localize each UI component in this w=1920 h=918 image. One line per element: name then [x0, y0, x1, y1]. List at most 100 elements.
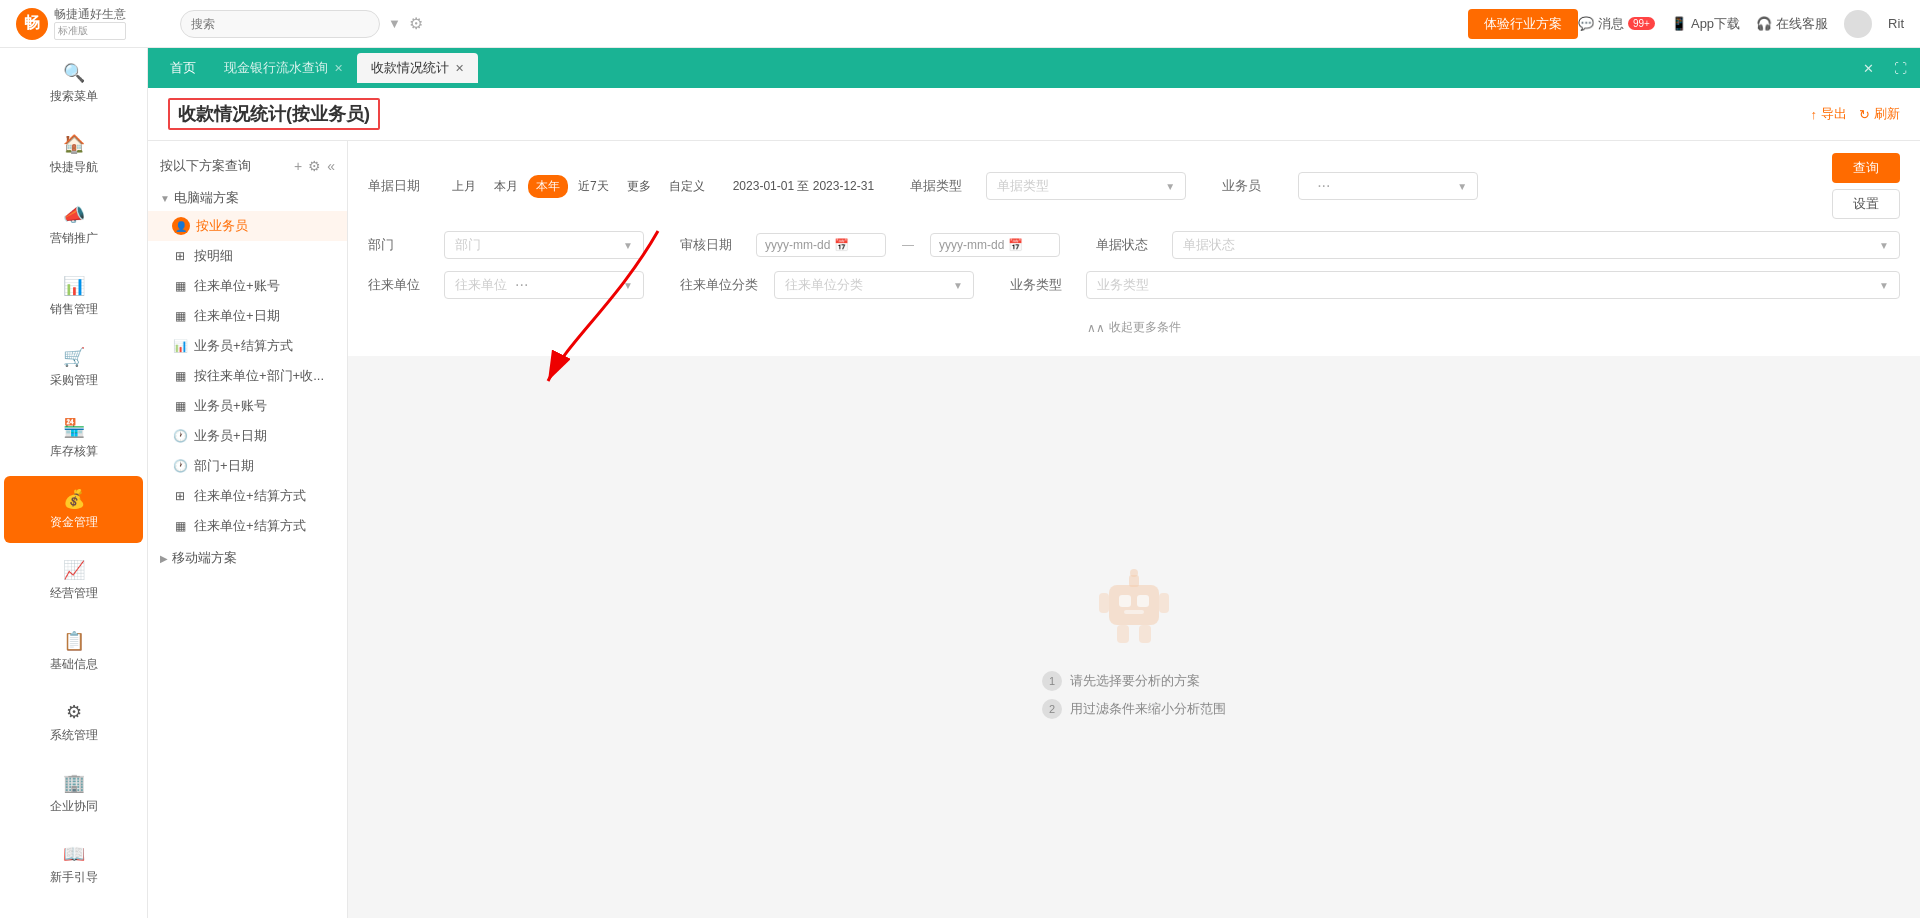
tab-maximize[interactable]: ⛶: [1888, 56, 1912, 80]
collection-tab-label: 收款情况统计: [371, 59, 449, 77]
scheme-item-unit-account-label: 往来单位+账号: [194, 277, 280, 295]
sidebar-item-quicknav[interactable]: 🏠 快捷导航: [4, 121, 143, 188]
scheme-item-unit-date[interactable]: ▦ 往来单位+日期: [148, 301, 347, 331]
page-actions: ↑ 导出 ↻ 刷新: [1811, 105, 1901, 123]
counterparty-type-arrow: ▼: [953, 280, 963, 291]
sidebar-item-hardware[interactable]: 💻 智能硬件: [4, 902, 143, 918]
scheme-item-sales-date[interactable]: 🕐 业务员+日期: [148, 421, 347, 451]
tab-cashflow[interactable]: 现金银行流水查询 ✕: [210, 53, 357, 83]
date-tab-custom[interactable]: 自定义: [661, 175, 713, 198]
top-header: 畅 畅捷通好生意 标准版 ▼ ⚙ 体验行业方案 💬 消息 99+ 📱 App下载…: [0, 0, 1920, 48]
bill-status-label: 单据状态: [1096, 236, 1156, 254]
trial-button[interactable]: 体验行业方案: [1468, 9, 1578, 39]
scheme-header-actions: + ⚙ «: [294, 158, 335, 174]
scheme-item-unit-settlement1[interactable]: ⊞ 往来单位+结算方式: [148, 481, 347, 511]
dropdown-icon[interactable]: ▼: [388, 16, 401, 31]
sidebar-item-inventory[interactable]: 🏪 库存核算: [4, 405, 143, 472]
collapse-button[interactable]: ∧∧ 收起更多条件: [368, 311, 1900, 344]
date-tab-thismonth[interactable]: 本月: [486, 175, 526, 198]
date-tab-more[interactable]: 更多: [619, 175, 659, 198]
bill-type-select[interactable]: 单据类型 ▼: [986, 172, 1186, 200]
date-range: 2023-01-01 至 2023-12-31: [733, 178, 874, 195]
collapse-label: 收起更多条件: [1109, 319, 1181, 336]
filter-row-2: 部门 部门 ▼ 审核日期 yyyy-mm-dd 📅 — yyyy-mm-dd: [368, 231, 1900, 259]
scheme-item-sales-payment-label: 业务员+结算方式: [194, 337, 293, 355]
sidebar-item-search[interactable]: 🔍 搜索菜单: [4, 50, 143, 117]
scheme-group-pc-title[interactable]: ▼ 电脑端方案: [148, 185, 347, 211]
date-tab-thisyear[interactable]: 本年: [528, 175, 568, 198]
tab-close-all[interactable]: ✕: [1856, 56, 1880, 80]
scheme-item-sales-account[interactable]: ▦ 业务员+账号: [148, 391, 347, 421]
tab-home[interactable]: 首页: [156, 53, 210, 83]
tip-item-2: 2 用过滤条件来缩小分析范围: [1042, 699, 1226, 719]
business-type-value: 业务类型: [1097, 276, 1149, 294]
svg-rect-6: [1099, 593, 1109, 613]
bill-status-select[interactable]: 单据状态 ▼: [1172, 231, 1900, 259]
scheme-item-unit-account[interactable]: ▦ 往来单位+账号: [148, 271, 347, 301]
business-type-select[interactable]: 业务类型 ▼: [1086, 271, 1900, 299]
app-download-action[interactable]: 📱 App下载: [1671, 15, 1740, 33]
scheme-item-sales-payment[interactable]: 📊 业务员+结算方式: [148, 331, 347, 361]
sidebar-item-purchase[interactable]: 🛒 采购管理: [4, 334, 143, 401]
sidebar-item-operations[interactable]: 📈 经营管理: [4, 547, 143, 614]
sidebar-item-basic[interactable]: 📋 基础信息: [4, 618, 143, 685]
message-action[interactable]: 💬 消息 99+: [1578, 15, 1655, 33]
scheme-group-mobile-title[interactable]: ▶ 移动端方案: [148, 545, 347, 571]
counterparty-label: 往来单位: [368, 276, 428, 294]
sidebar-item-sales[interactable]: 📊 销售管理: [4, 263, 143, 330]
svg-rect-1: [1119, 595, 1131, 607]
scheme-item-dept-date[interactable]: 🕐 部门+日期: [148, 451, 347, 481]
export-button[interactable]: ↑ 导出: [1811, 105, 1848, 123]
bill-status-arrow: ▼: [1879, 240, 1889, 251]
filter-settings-button[interactable]: 设置: [1832, 189, 1900, 219]
refresh-button[interactable]: ↻ 刷新: [1859, 105, 1900, 123]
scheme-settings-btn[interactable]: ⚙: [308, 158, 321, 174]
user-avatar[interactable]: [1844, 10, 1872, 38]
date-tab-7days[interactable]: 近7天: [570, 175, 617, 198]
logo-area: 畅 畅捷通好生意 标准版: [16, 7, 164, 41]
logo-badge: 标准版: [54, 22, 126, 40]
sidebar-item-enterprise[interactable]: 🏢 企业协同: [4, 760, 143, 827]
sidebar-label-purchase: 采购管理: [50, 372, 98, 389]
tip-num-2: 2: [1042, 699, 1062, 719]
salesman-more[interactable]: ···: [1313, 177, 1334, 195]
salesman-select[interactable]: ··· ▼: [1298, 172, 1478, 200]
megaphone-icon: 📣: [63, 204, 85, 226]
sales-payment-icon: 📊: [172, 338, 188, 354]
counterparty-arrow: ▼: [623, 280, 633, 291]
scheme-item-detail[interactable]: ⊞ 按明细: [148, 241, 347, 271]
counterparty-type-select[interactable]: 往来单位分类 ▼: [774, 271, 974, 299]
filter-row-3: 往来单位 往来单位 ··· ▼ 往来单位分类 往来单位分类 ▼ 业务类型: [368, 271, 1900, 299]
department-arrow: ▼: [623, 240, 633, 251]
department-select[interactable]: 部门 ▼: [444, 231, 644, 259]
empty-tips: 1 请先选择要分析的方案 2 用过滤条件来缩小分析范围: [1042, 671, 1226, 719]
tab-collection[interactable]: 收款情况统计 ✕: [357, 53, 478, 83]
audit-date-to[interactable]: yyyy-mm-dd 📅: [930, 233, 1060, 257]
sidebar-item-guide[interactable]: 📖 新手引导: [4, 831, 143, 898]
counterparty-more[interactable]: ···: [511, 276, 532, 294]
date-tab-lastmonth[interactable]: 上月: [444, 175, 484, 198]
search-input[interactable]: [180, 10, 380, 38]
sidebar-item-system[interactable]: ⚙ 系统管理: [4, 689, 143, 756]
sidebar-item-marketing[interactable]: 📣 营销推广: [4, 192, 143, 259]
inventory-icon: 🏪: [63, 417, 85, 439]
online-service-action[interactable]: 🎧 在线客服: [1756, 15, 1828, 33]
scheme-item-detail-label: 按明细: [194, 247, 233, 265]
scheme-item-unit-settlement2[interactable]: ▦ 往来单位+结算方式: [148, 511, 347, 541]
scheme-add-btn[interactable]: +: [294, 158, 302, 174]
scheme-item-salesman[interactable]: 👤 按业务员: [148, 211, 347, 241]
audit-date-from[interactable]: yyyy-mm-dd 📅: [756, 233, 886, 257]
cashflow-tab-close[interactable]: ✕: [334, 62, 343, 75]
empty-illustration: [1084, 555, 1184, 655]
query-button[interactable]: 查询: [1832, 153, 1900, 183]
settings-icon[interactable]: ⚙: [409, 14, 423, 33]
sidebar-label-search: 搜索菜单: [50, 88, 98, 105]
counterparty-select[interactable]: 往来单位 ··· ▼: [444, 271, 644, 299]
bill-type-label: 单据类型: [910, 177, 970, 195]
collection-tab-close[interactable]: ✕: [455, 62, 464, 75]
scheme-collapse-btn[interactable]: «: [327, 158, 335, 174]
scheme-item-unit-dept[interactable]: ▦ 按往来单位+部门+收...: [148, 361, 347, 391]
sales-icon: 📊: [63, 275, 85, 297]
sidebar-item-finance[interactable]: 💰 资金管理: [4, 476, 143, 543]
counterparty-type-value: 往来单位分类: [785, 276, 863, 294]
